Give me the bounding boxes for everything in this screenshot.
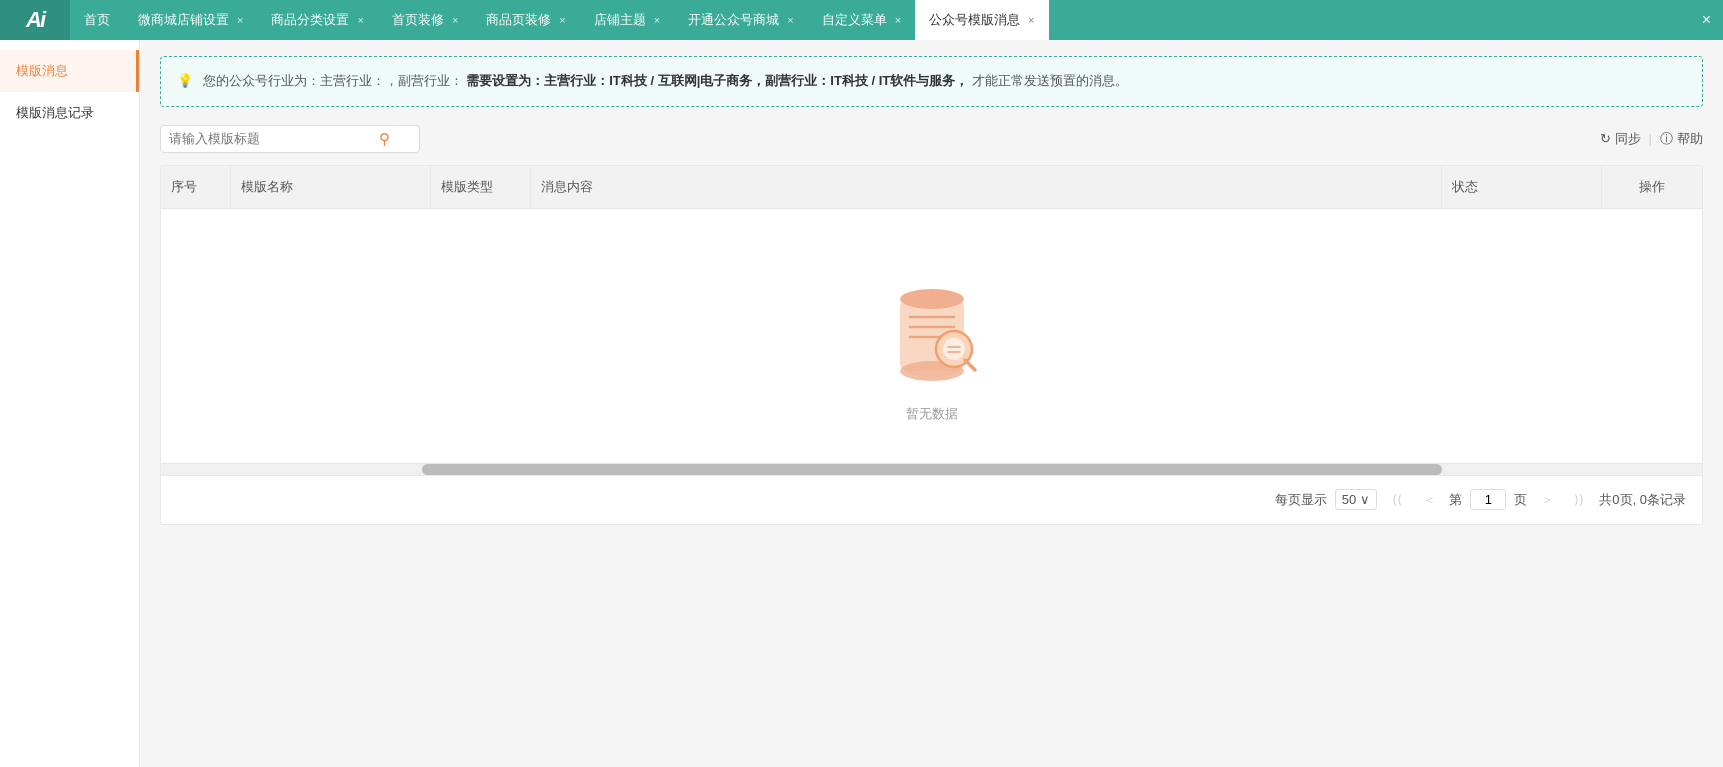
next-page-button[interactable]: ＞ xyxy=(1535,488,1559,512)
help-icon: ⓘ xyxy=(1660,130,1673,148)
nav-tab-store-theme[interactable]: 店铺主题 × xyxy=(580,0,674,40)
page-unit: 页 xyxy=(1514,491,1527,509)
tab-label: 开通公众号商城 xyxy=(688,11,779,29)
nav-tab-product-decor[interactable]: 商品页装修 × xyxy=(472,0,579,40)
tab-label: 自定义菜单 xyxy=(822,11,887,29)
nav-tab-open-mall[interactable]: 开通公众号商城 × xyxy=(674,0,807,40)
app-logo: Ai xyxy=(0,0,70,40)
horizontal-scrollbar[interactable] xyxy=(161,463,1702,475)
divider: | xyxy=(1649,131,1652,146)
search-input-wrap[interactable]: ⚲ xyxy=(160,125,420,153)
notice-highlight: 需要设置为：主营行业：IT科技 / 互联网|电子商务，副营行业：IT科技 / I… xyxy=(466,73,968,88)
empty-illustration xyxy=(872,269,992,389)
th-content: 消息内容 xyxy=(531,166,1442,208)
tab-close-icon[interactable]: × xyxy=(1028,14,1034,26)
main-layout: 模版消息模版消息记录 💡 您的公众号行业为：主营行业：，副营行业： 需要设置为：… xyxy=(0,40,1723,767)
tab-close-icon[interactable]: × xyxy=(559,14,565,26)
data-table: 序号 模版名称 模版类型 消息内容 状态 操作 xyxy=(160,165,1703,525)
nav-tab-template-msg[interactable]: 公众号模版消息 × xyxy=(915,0,1048,40)
tab-label: 店铺主题 xyxy=(594,11,646,29)
tab-close-icon[interactable]: × xyxy=(895,14,901,26)
scrollbar-thumb[interactable] xyxy=(422,464,1442,475)
notice-box: 💡 您的公众号行业为：主营行业：，副营行业： 需要设置为：主营行业：IT科技 /… xyxy=(160,56,1703,107)
content-area: 💡 您的公众号行业为：主营行业：，副营行业： 需要设置为：主营行业：IT科技 /… xyxy=(140,40,1723,767)
sync-button[interactable]: ↻ 同步 xyxy=(1600,130,1641,148)
search-icon[interactable]: ⚲ xyxy=(379,130,390,148)
svg-line-9 xyxy=(965,360,975,370)
th-seq: 序号 xyxy=(161,166,231,208)
nav-tab-product-category[interactable]: 商品分类设置 × xyxy=(257,0,377,40)
svg-point-2 xyxy=(900,289,964,309)
notice-prefix: 您的公众号行业为：主营行业：，副营行业： xyxy=(203,73,463,88)
sync-label: 同步 xyxy=(1615,130,1641,148)
pagination-summary: 共0页, 0条记录 xyxy=(1599,491,1686,509)
last-page-button[interactable]: ⟩⟩ xyxy=(1567,488,1591,512)
tab-label: 公众号模版消息 xyxy=(929,11,1020,29)
sidebar-item-template-msg-log[interactable]: 模版消息记录 xyxy=(0,92,139,134)
first-page-button[interactable]: ⟨⟨ xyxy=(1385,488,1409,512)
svg-point-8 xyxy=(943,338,965,360)
nav-tabs: 首页微商城店铺设置×商品分类设置×首页装修×商品页装修×店铺主题×开通公众号商城… xyxy=(70,0,1690,40)
empty-text: 暂无数据 xyxy=(906,405,958,423)
th-action: 操作 xyxy=(1602,166,1702,208)
search-row: ⚲ ↻ 同步 | ⓘ 帮助 xyxy=(160,125,1703,153)
th-name: 模版名称 xyxy=(231,166,431,208)
page-number-input[interactable] xyxy=(1470,489,1506,510)
sync-icon: ↻ xyxy=(1600,131,1611,146)
page-label: 第 xyxy=(1449,491,1462,509)
tab-close-icon[interactable]: × xyxy=(357,14,363,26)
notice-icon: 💡 xyxy=(177,73,193,88)
tab-label: 首页装修 xyxy=(392,11,444,29)
tab-label: 商品分类设置 xyxy=(271,11,349,29)
sync-help-row: ↻ 同步 | ⓘ 帮助 xyxy=(1600,130,1703,148)
page-size-label: 每页显示 xyxy=(1275,491,1327,509)
page-size-value: 50 xyxy=(1342,492,1356,507)
notice-suffix: 才能正常发送预置的消息。 xyxy=(972,73,1128,88)
tab-close-icon[interactable]: × xyxy=(654,14,660,26)
search-input[interactable] xyxy=(169,131,379,146)
tab-label: 商品页装修 xyxy=(486,11,551,29)
tab-label: 微商城店铺设置 xyxy=(138,11,229,29)
help-button[interactable]: ⓘ 帮助 xyxy=(1660,130,1703,148)
th-type: 模版类型 xyxy=(431,166,531,208)
page-size-select[interactable]: 50 ∨ xyxy=(1335,489,1377,510)
nav-tab-custom-menu[interactable]: 自定义菜单 × xyxy=(808,0,915,40)
empty-state: 暂无数据 xyxy=(161,209,1702,463)
top-nav: Ai 首页微商城店铺设置×商品分类设置×首页装修×商品页装修×店铺主题×开通公众… xyxy=(0,0,1723,40)
nav-tab-home[interactable]: 首页 xyxy=(70,0,124,40)
close-all-button[interactable]: × xyxy=(1690,0,1723,40)
nav-tab-weshop-settings[interactable]: 微商城店铺设置 × xyxy=(124,0,257,40)
pagination: 每页显示 50 ∨ ⟨⟨ ＜ 第 页 ＞ ⟩⟩ 共0页, 0条记录 xyxy=(161,475,1702,524)
sidebar: 模版消息模版消息记录 xyxy=(0,40,140,767)
table-header: 序号 模版名称 模版类型 消息内容 状态 操作 xyxy=(161,166,1702,209)
chevron-down-icon: ∨ xyxy=(1360,492,1370,507)
tab-close-icon[interactable]: × xyxy=(452,14,458,26)
sidebar-item-template-msg[interactable]: 模版消息 xyxy=(0,50,139,92)
sidebar-item-label: 模版消息记录 xyxy=(16,105,94,120)
nav-tab-home-decor[interactable]: 首页装修 × xyxy=(378,0,472,40)
prev-page-button[interactable]: ＜ xyxy=(1417,488,1441,512)
help-label: 帮助 xyxy=(1677,130,1703,148)
th-status: 状态 xyxy=(1442,166,1602,208)
tab-close-icon[interactable]: × xyxy=(787,14,793,26)
tab-close-icon[interactable]: × xyxy=(237,14,243,26)
sidebar-item-label: 模版消息 xyxy=(16,63,68,78)
tab-label: 首页 xyxy=(84,11,110,29)
logo-text: Ai xyxy=(26,7,44,33)
